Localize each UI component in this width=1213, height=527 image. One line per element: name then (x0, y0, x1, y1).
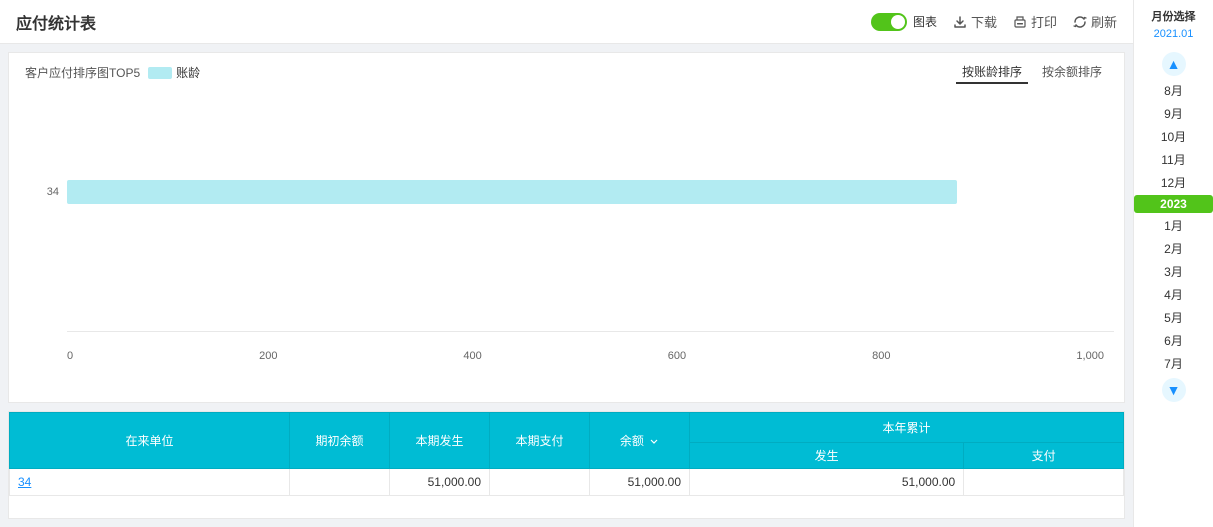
cell-benqi-zhifu (490, 469, 590, 496)
sort-icon (649, 437, 659, 447)
x-tick-600: 600 (668, 350, 686, 362)
sort-by-age-button[interactable]: 按账龄排序 (956, 61, 1028, 84)
nav-down-button[interactable]: ▼ (1162, 378, 1186, 402)
x-tick-1000: 1,000 (1076, 350, 1104, 362)
refresh-icon (1073, 15, 1087, 29)
col-header-benqi-zhifu: 本期支付 (490, 413, 590, 469)
page-title: 应付统计表 (16, 10, 96, 34)
bar-row: 34 856天 (39, 172, 1114, 212)
bar-container: 856天 (67, 180, 1114, 204)
month-item-6[interactable]: 6月 (1134, 330, 1213, 351)
chart-body: 34 856天 0 200 400 600 800 1,000 (9, 92, 1124, 402)
table-row: 34 51,000.00 51,000.00 51,000.00 (10, 469, 1124, 496)
print-button[interactable]: 打印 (1013, 12, 1057, 31)
cell-nian-fasheng: 51,000.00 (690, 469, 964, 496)
download-label: 下载 (971, 12, 997, 31)
month-item-9[interactable]: 9月 (1134, 103, 1213, 124)
chart-sort-buttons: 按账龄排序 按余额排序 (956, 61, 1108, 84)
print-icon (1013, 15, 1027, 29)
col-subheader-zhifu: 支付 (964, 443, 1124, 469)
cell-yue: 51,000.00 (590, 469, 690, 496)
chart-section: 客户应付排序图TOP5 账龄 按账龄排序 按余额排序 34 856天 (8, 52, 1125, 403)
month-item-12[interactable]: 12月 (1134, 172, 1213, 193)
chart-legend: 客户应付排序图TOP5 账龄 (25, 64, 200, 81)
x-tick-800: 800 (872, 350, 890, 362)
chart-label: 图表 (913, 13, 937, 30)
cell-benqi-fasheng: 51,000.00 (390, 469, 490, 496)
chart-title: 客户应付排序图TOP5 (25, 64, 140, 81)
col-header-benqi-fasheng: 本期发生 (390, 413, 490, 469)
current-year-badge[interactable]: 2023 (1134, 195, 1213, 213)
print-label: 打印 (1031, 12, 1057, 31)
download-icon (953, 15, 967, 29)
page-header: 应付统计表 图表 下载 打印 (0, 0, 1133, 44)
month-item-5[interactable]: 5月 (1134, 307, 1213, 328)
month-item-11[interactable]: 11月 (1134, 149, 1213, 170)
chart-toggle-group: 图表 (871, 13, 937, 31)
cell-nian-zhifu (964, 469, 1124, 496)
legend-label: 账龄 (176, 64, 200, 81)
legend-item: 账龄 (148, 64, 200, 81)
col-header-qichu: 期初余额 (290, 413, 390, 469)
col-header-yue: 余额 (590, 413, 690, 469)
sidebar-year[interactable]: 2021.01 (1154, 28, 1194, 40)
x-axis-line (67, 331, 1114, 332)
data-table: 在来单位 期初余额 本期发生 本期支付 余额 本年累计 发生 支付 (9, 412, 1124, 496)
zaibai-link[interactable]: 34 (18, 475, 31, 489)
x-tick-0: 0 (67, 350, 73, 362)
col-header-nian-leiji: 本年累计 (690, 413, 1124, 443)
bar-area: 34 856天 0 200 400 600 800 1,000 (39, 112, 1114, 362)
cell-zaibai: 34 (10, 469, 290, 496)
table-section: 在来单位 期初余额 本期发生 本期支付 余额 本年累计 发生 支付 (8, 411, 1125, 519)
refresh-label: 刷新 (1091, 12, 1117, 31)
col-subheader-fasheng: 发生 (690, 443, 964, 469)
month-item-2[interactable]: 2月 (1134, 238, 1213, 259)
legend-color-box (148, 67, 172, 79)
x-tick-400: 400 (463, 350, 481, 362)
chart-toggle[interactable] (871, 13, 907, 31)
bar-y-label: 34 (39, 186, 59, 198)
right-sidebar: 月份选择 2021.01 ▲ 8月 9月 10月 11月 12月 2023 1月… (1133, 0, 1213, 527)
x-tick-200: 200 (259, 350, 277, 362)
download-button[interactable]: 下载 (953, 12, 997, 31)
month-item-7[interactable]: 7月 (1134, 353, 1213, 374)
month-item-1[interactable]: 1月 (1134, 215, 1213, 236)
header-actions: 图表 下载 打印 (871, 12, 1117, 31)
x-axis: 0 200 400 600 800 1,000 (67, 350, 1104, 362)
col-header-zaibai: 在来单位 (10, 413, 290, 469)
sidebar-title: 月份选择 (1152, 8, 1196, 24)
month-item-10[interactable]: 10月 (1134, 126, 1213, 147)
refresh-button[interactable]: 刷新 (1073, 12, 1117, 31)
month-item-4[interactable]: 4月 (1134, 284, 1213, 305)
chart-header: 客户应付排序图TOP5 账龄 按账龄排序 按余额排序 (9, 53, 1124, 92)
bar-fill (67, 180, 957, 204)
month-item-8[interactable]: 8月 (1134, 80, 1213, 101)
month-list: 8月 9月 10月 11月 12月 2023 1月 2月 3月 4月 5月 6月… (1134, 80, 1213, 374)
cell-qichu (290, 469, 390, 496)
sort-by-balance-button[interactable]: 按余额排序 (1036, 61, 1108, 84)
month-item-3[interactable]: 3月 (1134, 261, 1213, 282)
table-header-row: 在来单位 期初余额 本期发生 本期支付 余额 本年累计 (10, 413, 1124, 443)
nav-up-button[interactable]: ▲ (1162, 52, 1186, 76)
